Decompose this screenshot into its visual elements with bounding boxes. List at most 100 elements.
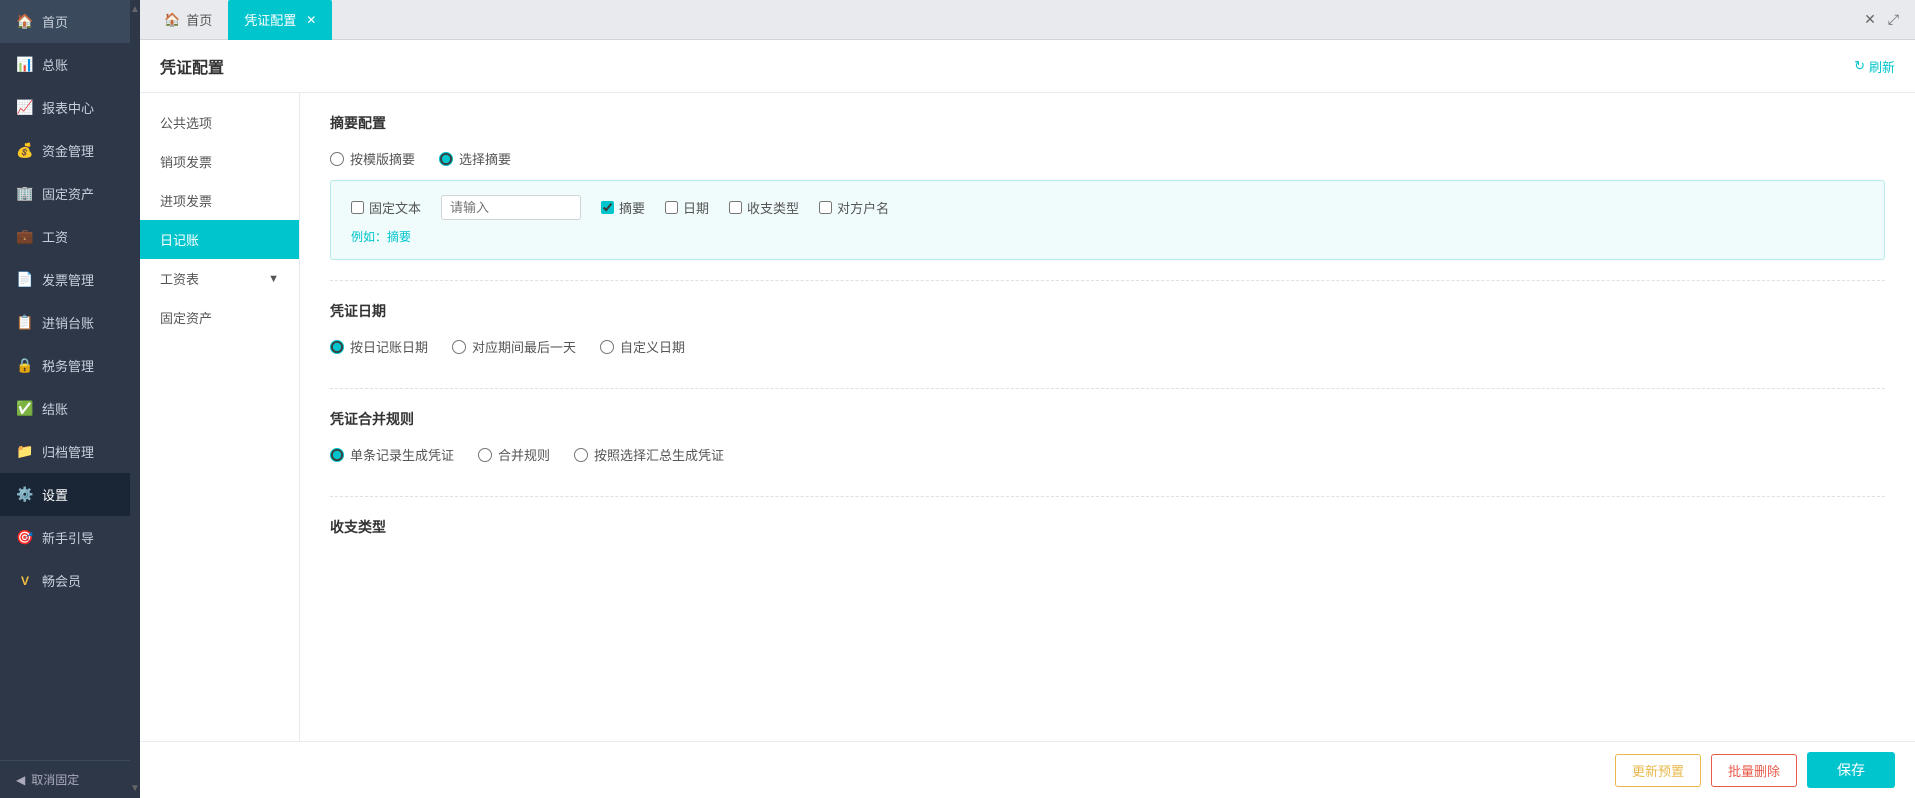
sidebar-item-vip[interactable]: V 畅会员	[0, 559, 130, 602]
tax-icon: 🔒	[16, 357, 34, 375]
minimize-btn[interactable]: ✕	[1864, 11, 1876, 28]
summary-row: 固定文本 摘要 日期 收支类型	[351, 195, 1864, 220]
checkbox-date-label: 日期	[683, 198, 709, 217]
sidebar-item-label: 进销台账	[42, 313, 94, 332]
summary-example: 例如：摘要	[351, 228, 1864, 245]
checkbox-income-type[interactable]: 收支类型	[729, 198, 799, 217]
radio-custom-date-input[interactable]	[600, 340, 614, 354]
checkbox-fixed-text[interactable]: 固定文本	[351, 198, 421, 217]
scroll-down-arrow[interactable]: ▼	[130, 783, 140, 794]
sidebar-item-purchase[interactable]: 📋 进销台账	[0, 301, 130, 344]
sidebar-item-guide[interactable]: 🎯 新手引导	[0, 516, 130, 559]
radio-merge[interactable]: 合并规则	[478, 445, 550, 464]
tab-bar: 🏠 首页 凭证配置 ✕ ✕ ⤢	[140, 0, 1915, 40]
checkbox-summary-input[interactable]	[601, 201, 614, 214]
radio-select-label: 选择摘要	[459, 149, 511, 168]
sidebar-item-label: 税务管理	[42, 356, 94, 375]
sidebar-item-label: 总账	[42, 55, 68, 74]
sidebar-item-salary[interactable]: 💼 工资	[0, 215, 130, 258]
archive-icon: 📁	[16, 443, 34, 461]
content-layout: 公共选项 销项发票 进项发票 日记账 工资表 ▼ 固定资产 摘要配置	[140, 93, 1915, 741]
checkbox-summary[interactable]: 摘要	[601, 198, 645, 217]
chevron-down-icon: ▼	[268, 273, 279, 285]
save-button[interactable]: 保存	[1807, 752, 1895, 788]
update-preset-button[interactable]: 更新预置	[1615, 754, 1701, 787]
sidebar-item-settings[interactable]: ⚙️ 设置	[0, 473, 130, 516]
left-nav: 公共选项 销项发票 进项发票 日记账 工资表 ▼ 固定资产	[140, 93, 300, 741]
sidebar-item-label: 资金管理	[42, 141, 94, 160]
checkbox-income-type-label: 收支类型	[747, 198, 799, 217]
radio-template[interactable]: 按模版摘要	[330, 149, 415, 168]
radio-diary-date[interactable]: 按日记账日期	[330, 337, 428, 356]
sidebar-bottom-pin[interactable]: ◀ 取消固定	[0, 760, 130, 798]
radio-diary-date-input[interactable]	[330, 340, 344, 354]
sidebar-item-ledger[interactable]: 📊 总账	[0, 43, 130, 86]
radio-template-input[interactable]	[330, 152, 344, 166]
sidebar-item-label: 畅会员	[42, 571, 81, 590]
purchase-icon: 📋	[16, 314, 34, 332]
checkbox-fixed-text-input[interactable]	[351, 201, 364, 214]
radio-summary-input[interactable]	[574, 448, 588, 462]
summary-config-box: 固定文本 摘要 日期 收支类型	[330, 180, 1885, 260]
sidebar-item-home[interactable]: 🏠 首页	[0, 0, 130, 43]
fixed-text-input[interactable]	[441, 195, 581, 220]
left-nav-diary[interactable]: 日记账	[140, 220, 299, 259]
sidebar-item-label: 工资	[42, 227, 68, 246]
sidebar-item-label: 归档管理	[42, 442, 94, 461]
sidebar-item-tax[interactable]: 🔒 税务管理	[0, 344, 130, 387]
left-nav-public[interactable]: 公共选项	[140, 103, 299, 142]
page-header: 凭证配置 ↻ 刷新	[140, 40, 1915, 93]
invoice-icon: 📄	[16, 271, 34, 289]
radio-single[interactable]: 单条记录生成凭证	[330, 445, 454, 464]
refresh-label: 刷新	[1869, 57, 1895, 76]
summary-config-title: 摘要配置	[330, 113, 1885, 133]
radio-summary[interactable]: 按照选择汇总生成凭证	[574, 445, 724, 464]
left-nav-purchase-invoice[interactable]: 进项发票	[140, 181, 299, 220]
home-icon: 🏠	[16, 13, 34, 31]
sidebar-item-reports[interactable]: 📈 报表中心	[0, 86, 130, 129]
sidebar-item-label: 新手引导	[42, 528, 94, 547]
radio-select[interactable]: 选择摘要	[439, 149, 511, 168]
checkbox-counterpart-input[interactable]	[819, 201, 832, 214]
pin-icon: ◀	[16, 773, 25, 787]
batch-delete-button[interactable]: 批量删除	[1711, 754, 1797, 787]
sidebar-item-invoice[interactable]: 📄 发票管理	[0, 258, 130, 301]
tab-close-btn[interactable]: ✕	[306, 13, 316, 27]
scroll-up-arrow[interactable]: ▲	[130, 4, 140, 15]
sidebar-item-label: 结账	[42, 399, 68, 418]
left-nav-salary[interactable]: 工资表 ▼	[140, 259, 299, 298]
radio-last-day-input[interactable]	[452, 340, 466, 354]
main-content: 摘要配置 按模版摘要 选择摘要 固定文本	[300, 93, 1915, 741]
left-nav-sales-label: 销项发票	[160, 152, 212, 171]
checkbox-date-input[interactable]	[665, 201, 678, 214]
maximize-btn[interactable]: ⤢	[1888, 11, 1899, 28]
summary-config-section: 摘要配置 按模版摘要 选择摘要 固定文本	[330, 113, 1885, 281]
sidebar-item-archive[interactable]: 📁 归档管理	[0, 430, 130, 473]
left-nav-fixed-assets[interactable]: 固定资产	[140, 298, 299, 337]
radio-last-day[interactable]: 对应期间最后一天	[452, 337, 576, 356]
sidebar-item-funds[interactable]: 💰 资金管理	[0, 129, 130, 172]
left-nav-public-label: 公共选项	[160, 113, 212, 132]
radio-select-input[interactable]	[439, 152, 453, 166]
vip-icon: V	[16, 572, 34, 590]
checkbox-date[interactable]: 日期	[665, 198, 709, 217]
checkbox-income-type-input[interactable]	[729, 201, 742, 214]
radio-single-input[interactable]	[330, 448, 344, 462]
ledger-icon: 📊	[16, 56, 34, 74]
left-nav-sales[interactable]: 销项发票	[140, 142, 299, 181]
refresh-button[interactable]: ↻ 刷新	[1854, 57, 1895, 76]
salary-icon: 💼	[16, 228, 34, 246]
checkbox-counterpart-label: 对方户名	[837, 198, 889, 217]
tab-home[interactable]: 🏠 首页	[148, 0, 228, 40]
merge-rules-title: 凭证合并规则	[330, 409, 1885, 429]
sidebar-item-checkout[interactable]: ✅ 结账	[0, 387, 130, 430]
funds-icon: 💰	[16, 142, 34, 160]
sidebar-item-assets[interactable]: 🏢 固定资产	[0, 172, 130, 215]
tab-voucher-config[interactable]: 凭证配置 ✕	[228, 0, 332, 40]
radio-merge-input[interactable]	[478, 448, 492, 462]
tab-voucher-label: 凭证配置	[244, 10, 296, 29]
checkbox-counterpart[interactable]: 对方户名	[819, 198, 889, 217]
radio-custom-date[interactable]: 自定义日期	[600, 337, 685, 356]
radio-last-day-label: 对应期间最后一天	[472, 337, 576, 356]
settings-icon: ⚙️	[16, 486, 34, 504]
